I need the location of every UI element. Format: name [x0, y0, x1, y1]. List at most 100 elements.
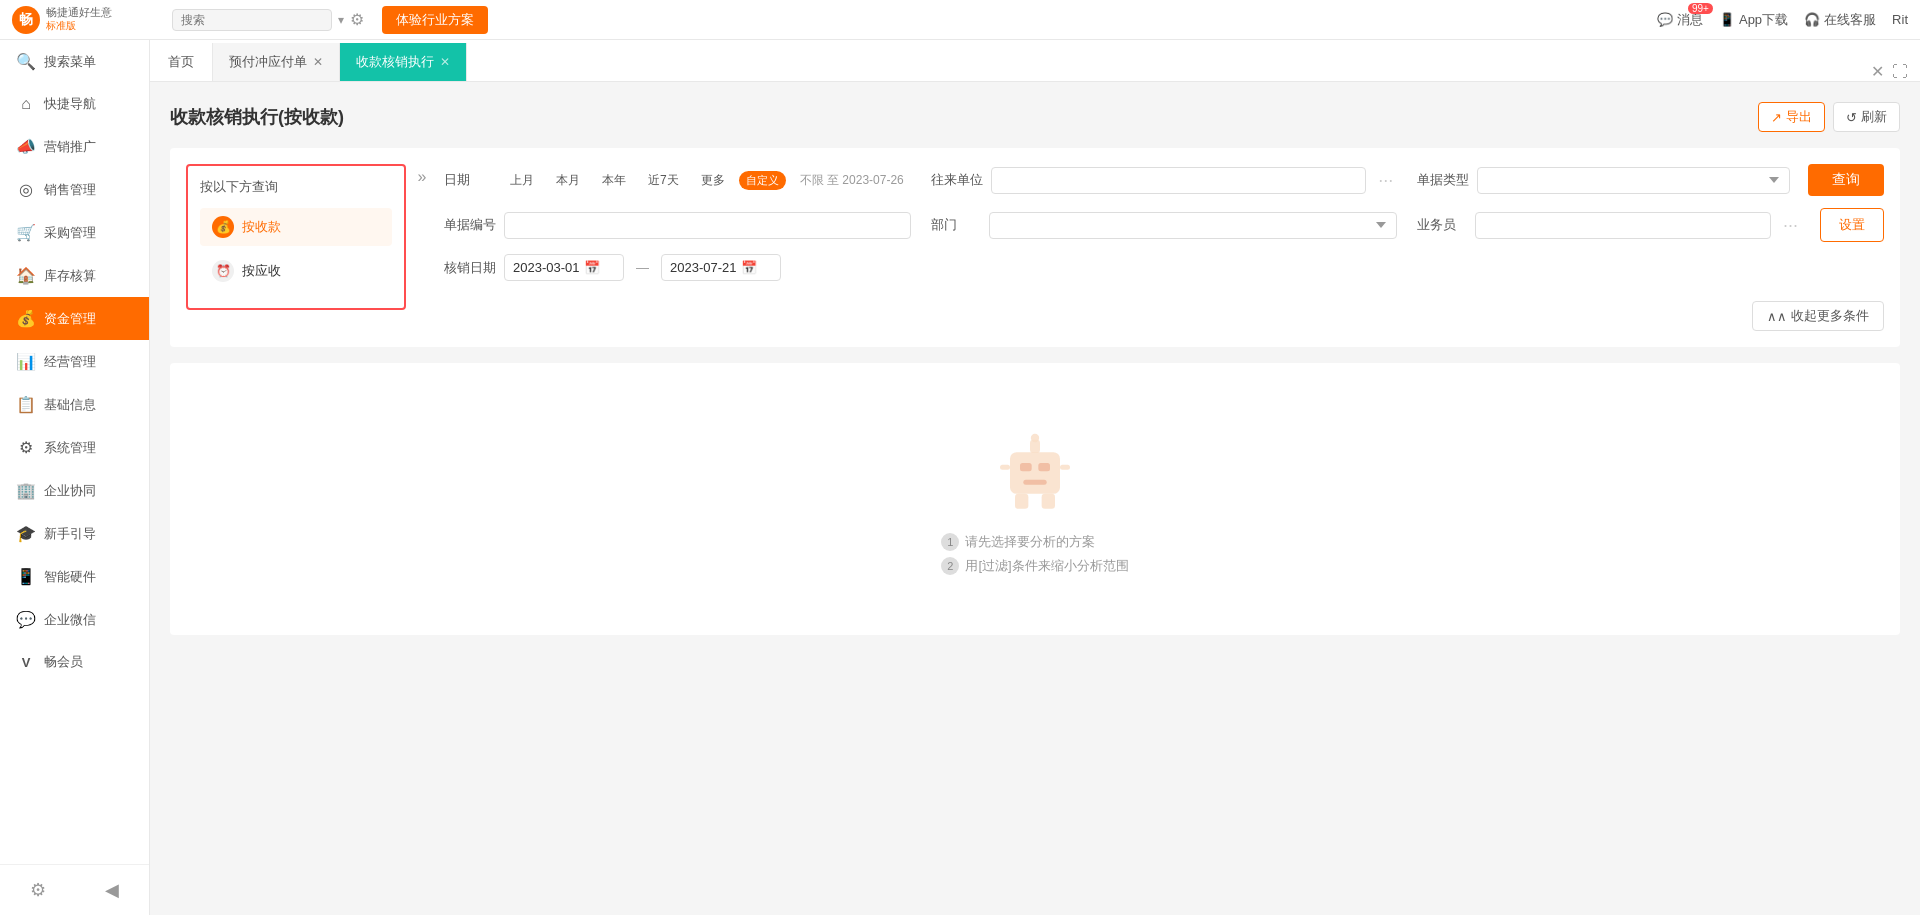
query-btn[interactable]: 查询 [1808, 164, 1884, 196]
salesperson-dots-btn[interactable]: ··· [1779, 215, 1802, 236]
dropdown-arrow-icon[interactable]: ▾ [338, 13, 344, 27]
sidebar-bottom: ⚙ ◀ [0, 864, 149, 915]
writeoff-date-start-input[interactable]: 2023-03-01 📅 [504, 254, 624, 281]
operation-icon: 📊 [16, 352, 36, 371]
refresh-btn[interactable]: ↺ 刷新 [1833, 102, 1900, 132]
purchase-icon: 🛒 [16, 223, 36, 242]
sidebar-item-wechat[interactable]: 💬 企业微信 [0, 598, 149, 641]
date-7days-btn[interactable]: 近7天 [640, 170, 687, 191]
search-input[interactable] [172, 9, 332, 31]
salesperson-input[interactable] [1475, 212, 1771, 239]
page-actions: ↗ 导出 ↺ 刷新 [1758, 102, 1900, 132]
setting-btn[interactable]: 设置 [1820, 208, 1884, 242]
sidebar-item-basic-info[interactable]: 📋 基础信息 [0, 383, 149, 426]
date-more-btn[interactable]: 更多 [693, 170, 733, 191]
filter-writeoff-date-field: 核销日期 2023-03-01 📅 — 2023-07-21 📅 [444, 254, 1884, 281]
message-btn[interactable]: 💬 消息 99+ [1657, 11, 1703, 29]
date-last-month-btn[interactable]: 上月 [502, 170, 542, 191]
filter-partner-field: 往来单位 ··· [931, 167, 1398, 194]
dept-label: 部门 [931, 216, 981, 234]
beginner-icon: 🎓 [16, 524, 36, 543]
date-separator: — [636, 260, 649, 275]
collapse-more-btn[interactable]: ∧∧ 收起更多条件 [1752, 301, 1884, 331]
tab-collection-writeoff[interactable]: 收款核销执行 ✕ [340, 43, 467, 81]
filter-by-receivable[interactable]: ⏰ 按应收 [200, 252, 392, 290]
filter-salesperson-field: 业务员 ··· 设置 [1417, 208, 1884, 242]
user-menu[interactable]: Rit [1892, 12, 1908, 27]
filter-by-collection[interactable]: 💰 按收款 [200, 208, 392, 246]
filter-voucher-no-field: 单据编号 [444, 212, 911, 239]
message-icon: 💬 [1657, 12, 1673, 27]
tabs-bar: 首页 预付冲应付单 ✕ 收款核销执行 ✕ ✕ ⛶ [150, 40, 1920, 82]
app-download-btn[interactable]: 📱 App下载 [1719, 11, 1788, 29]
tab-home[interactable]: 首页 [150, 43, 213, 81]
tab-expand-btn[interactable]: ⛶ [1892, 63, 1908, 81]
filter-row-2: 单据编号 部门 业务员 [444, 208, 1884, 242]
sidebar-item-finance[interactable]: 💰 资金管理 [0, 297, 149, 340]
page-title: 收款核销执行(按收款) [170, 105, 344, 129]
voucher-type-select[interactable] [1477, 167, 1790, 194]
empty-hint-2: 2 用[过滤]条件来缩小分析范围 [941, 557, 1128, 575]
sidebar-item-purchase[interactable]: 🛒 采购管理 [0, 211, 149, 254]
filter-voucher-type-field: 单据类型 查询 [1417, 164, 1884, 196]
dept-select[interactable] [989, 212, 1398, 239]
filter-date-field: 日期 上月 本月 本年 近7天 更多 自定义 不限 至 2023-07-26 [444, 170, 911, 191]
svg-rect-3 [1023, 480, 1046, 485]
tab-close-btn[interactable]: ✕ [1871, 62, 1884, 81]
page-content: 收款核销执行(按收款) ↗ 导出 ↺ 刷新 按以下方 [150, 82, 1920, 915]
service-icon: 🎧 [1804, 12, 1820, 27]
content-area: 首页 预付冲应付单 ✕ 收款核销执行 ✕ ✕ ⛶ 收款核销执行(按收款) ↗ [150, 40, 1920, 915]
online-service-btn[interactable]: 🎧 在线客服 [1804, 11, 1876, 29]
sidebar-item-member[interactable]: V 畅会员 [0, 641, 149, 683]
voucher-type-label: 单据类型 [1417, 171, 1469, 189]
sidebar-item-inventory[interactable]: 🏠 库存核算 [0, 254, 149, 297]
date-custom-btn[interactable]: 自定义 [739, 171, 786, 190]
topbar-settings-icon[interactable]: ⚙ [350, 10, 364, 29]
page-header: 收款核销执行(按收款) ↗ 导出 ↺ 刷新 [170, 102, 1900, 132]
svg-rect-9 [1042, 494, 1055, 509]
sidebar-settings-btn[interactable]: ⚙ [24, 873, 52, 907]
empty-hints: 1 请先选择要分析的方案 2 用[过滤]条件来缩小分析范围 [941, 533, 1128, 575]
date-this-month-btn[interactable]: 本月 [548, 170, 588, 191]
topbar-search: ▾ ⚙ [172, 9, 372, 31]
sidebar-item-marketing[interactable]: 📣 营销推广 [0, 125, 149, 168]
wechat-icon: 💬 [16, 610, 36, 629]
filter-row-1: 日期 上月 本月 本年 近7天 更多 自定义 不限 至 2023-07-26 [444, 164, 1884, 196]
member-icon: V [16, 655, 36, 670]
quick-nav-icon: ⌂ [16, 95, 36, 113]
main-layout: 🔍 搜索菜单 ⌂ 快捷导航 📣 营销推广 ◎ 销售管理 🛒 采购管理 🏠 库存核… [0, 40, 1920, 915]
export-btn[interactable]: ↗ 导出 [1758, 102, 1825, 132]
writeoff-date-label: 核销日期 [444, 259, 496, 277]
collapse-up-icon: ∧∧ [1767, 309, 1787, 324]
sidebar-item-operation[interactable]: 📊 经营管理 [0, 340, 149, 383]
filter-right: 日期 上月 本月 本年 近7天 更多 自定义 不限 至 2023-07-26 [444, 164, 1884, 331]
partner-input[interactable] [991, 167, 1367, 194]
filter-collapse-btn[interactable]: » [412, 164, 432, 186]
sidebar-item-system[interactable]: ⚙ 系统管理 [0, 426, 149, 469]
industry-btn[interactable]: 体验行业方案 [382, 6, 488, 34]
tab-prepay-close-btn[interactable]: ✕ [313, 55, 323, 69]
tab-prepay-conflict[interactable]: 预付冲应付单 ✕ [213, 43, 340, 81]
sidebar-collapse-btn[interactable]: ◀ [99, 873, 125, 907]
empty-state: 1 请先选择要分析的方案 2 用[过滤]条件来缩小分析范围 [170, 363, 1900, 635]
sidebar-item-sales[interactable]: ◎ 销售管理 [0, 168, 149, 211]
sidebar-item-enterprise[interactable]: 🏢 企业协同 [0, 469, 149, 512]
sidebar-item-beginner[interactable]: 🎓 新手引导 [0, 512, 149, 555]
tab-writeoff-close-btn[interactable]: ✕ [440, 55, 450, 69]
partner-dots-btn[interactable]: ··· [1374, 170, 1397, 191]
sidebar-item-hardware[interactable]: 📱 智能硬件 [0, 555, 149, 598]
filter-rows: 日期 上月 本月 本年 近7天 更多 自定义 不限 至 2023-07-26 [444, 164, 1884, 331]
writeoff-date-end-input[interactable]: 2023-07-21 📅 [661, 254, 781, 281]
svg-rect-0 [1010, 452, 1060, 494]
refresh-icon: ↺ [1846, 110, 1857, 125]
date-this-year-btn[interactable]: 本年 [594, 170, 634, 191]
basic-info-icon: 📋 [16, 395, 36, 414]
filter-row-3: 核销日期 2023-03-01 📅 — 2023-07-21 📅 [444, 254, 1884, 281]
sidebar-item-quick-nav[interactable]: ⌂ 快捷导航 [0, 83, 149, 125]
date-quick-btns: 上月 本月 本年 近7天 更多 自定义 [502, 170, 786, 191]
receivable-icon: ⏰ [212, 260, 234, 282]
calendar-end-icon: 📅 [741, 260, 757, 275]
logo-subtext: 标准版 [46, 19, 112, 33]
voucher-no-input[interactable] [504, 212, 911, 239]
sidebar-item-search-menu[interactable]: 🔍 搜索菜单 [0, 40, 149, 83]
